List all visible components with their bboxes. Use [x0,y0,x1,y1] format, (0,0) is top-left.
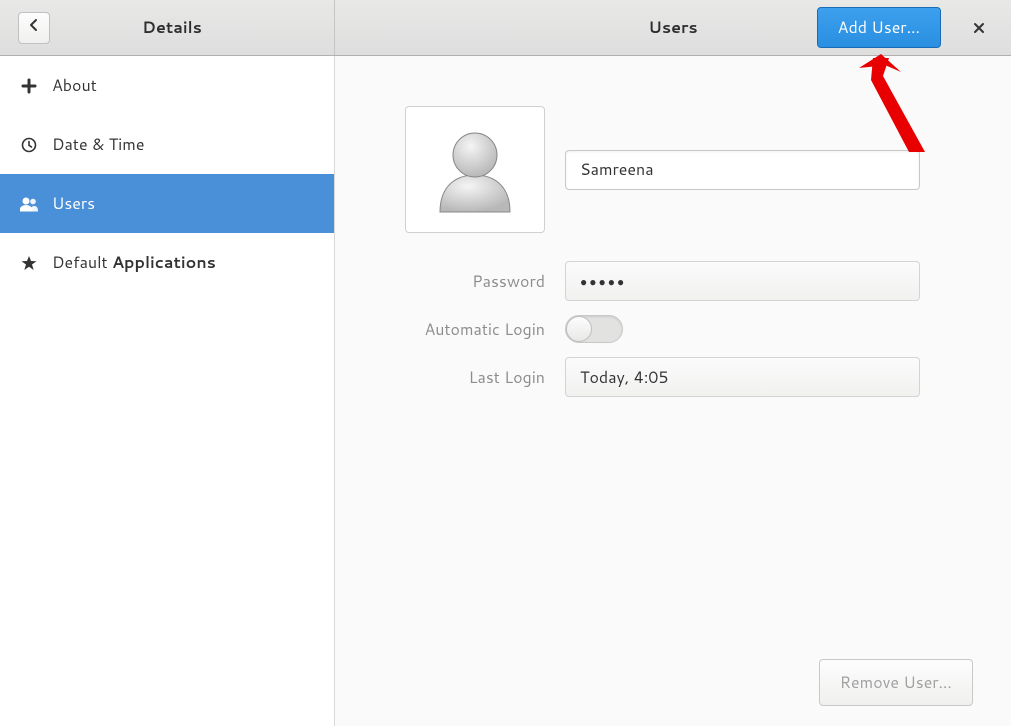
header-left: Details [0,0,335,55]
last-login-value: Today, 4:05 [580,366,669,389]
user-header-row [405,106,971,233]
username-input[interactable] [565,150,920,190]
auto-login-toggle[interactable] [565,315,623,343]
header-bar: Details Users Add User… [0,0,1011,56]
clock-icon [20,136,38,154]
sidebar-item-default-applications[interactable]: Default Applications [0,233,334,292]
add-user-button[interactable]: Add User… [817,7,941,48]
close-button[interactable] [965,14,993,42]
password-field[interactable]: ●●●●● [565,261,920,301]
close-icon [972,15,986,41]
password-value: ●●●●● [580,273,626,290]
password-row: Password ●●●●● [375,261,971,301]
body: About Date & Time Users Default Applicat… [0,56,1011,726]
sidebar-item-users[interactable]: Users [0,174,334,233]
back-button[interactable] [18,12,50,44]
password-label: Password [375,270,565,293]
avatar-icon [425,117,525,223]
last-login-field[interactable]: Today, 4:05 [565,357,920,397]
auto-login-label: Automatic Login [375,318,565,341]
form-rows: Password ●●●●● Automatic Login Last Logi… [375,261,971,397]
last-login-row: Last Login Today, 4:05 [375,357,971,397]
chevron-left-icon [28,18,40,37]
users-title: Users [648,16,697,39]
toggle-knob [566,316,592,342]
sidebar-item-label: Default Applications [52,251,216,274]
star-icon [20,254,38,272]
sidebar-item-label: Date & Time [52,133,144,156]
remove-user-button[interactable]: Remove User… [819,659,973,706]
sidebar-item-about[interactable]: About [0,56,334,115]
sidebar-item-date-time[interactable]: Date & Time [0,115,334,174]
avatar-button[interactable] [405,106,545,233]
sidebar-item-label: Users [52,192,95,215]
sidebar-item-label: About [52,74,97,97]
last-login-label: Last Login [375,366,565,389]
details-title: Details [50,16,334,39]
plus-icon [20,77,38,95]
content-area: Password ●●●●● Automatic Login Last Logi… [335,56,1011,726]
users-icon [20,195,38,213]
sidebar: About Date & Time Users Default Applicat… [0,56,335,726]
auto-login-row: Automatic Login [375,315,971,343]
